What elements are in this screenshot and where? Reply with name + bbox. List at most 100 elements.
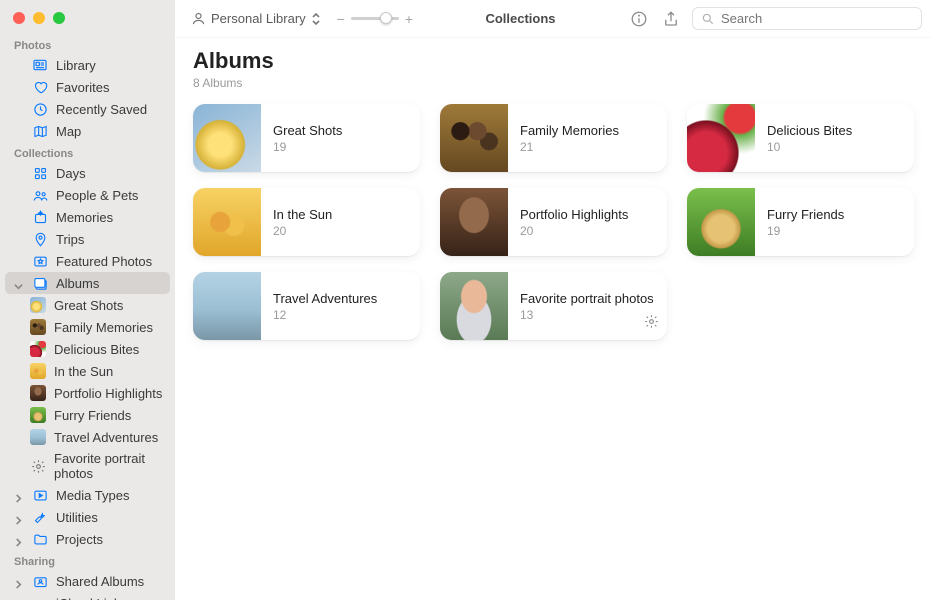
album-card-in-the-sun[interactable]: In the Sun20 (193, 188, 420, 256)
album-card-favorite-portrait-photos[interactable]: Favorite portrait photos13 (440, 272, 667, 340)
sidebar-item-label: Media Types (56, 488, 129, 503)
zoom-out-icon[interactable]: − (337, 11, 345, 27)
chevron-right-icon[interactable] (14, 513, 23, 522)
album-grid: Great Shots19 Family Memories21 Delicious … (193, 104, 914, 340)
album-title: Favorite portrait photos (520, 291, 655, 306)
sidebar-item-label: Days (56, 166, 86, 181)
folder-icon (32, 531, 48, 547)
media-icon (32, 487, 48, 503)
chevron-down-icon[interactable] (14, 279, 23, 288)
info-button[interactable] (628, 8, 650, 30)
album-card-body: Family Memories21 (508, 123, 667, 154)
chevron-right-icon[interactable] (14, 491, 23, 500)
sidebar-item-media-types[interactable]: Media Types (0, 484, 175, 506)
sparkle-icon (32, 209, 48, 225)
album-thumb-icon (30, 429, 46, 445)
sidebar-item-utilities[interactable]: Utilities (0, 506, 175, 528)
window-controls (0, 8, 175, 34)
sidebar-item-people-pets[interactable]: People & Pets (0, 184, 175, 206)
sidebar-item-label: Favorite portrait photos (54, 451, 165, 481)
sidebar-item-icloud-links[interactable]: iCloud Links (0, 592, 175, 600)
sidebar-item-trips[interactable]: Trips (0, 228, 175, 250)
sidebar-item-map[interactable]: Map (0, 120, 175, 142)
sidebar-album-in-the-sun[interactable]: In the Sun (0, 360, 175, 382)
sidebar-item-label: People & Pets (56, 188, 138, 203)
gear-icon[interactable] (644, 314, 659, 334)
search-icon (701, 12, 715, 26)
sidebar-album-great-shots[interactable]: Great Shots (0, 294, 175, 316)
album-count: 10 (767, 140, 902, 154)
sidebar-item-albums[interactable]: Albums (5, 272, 170, 294)
sidebar-album-portfolio-highlights[interactable]: Portfolio Highlights (0, 382, 175, 404)
sidebar-item-shared-albums[interactable]: Shared Albums (0, 570, 175, 592)
album-card-family-memories[interactable]: Family Memories21 (440, 104, 667, 172)
star-icon (32, 253, 48, 269)
maximize-button[interactable] (53, 12, 65, 24)
map-icon (32, 123, 48, 139)
sidebar-item-label: In the Sun (54, 364, 113, 379)
album-thumbnail (193, 104, 261, 172)
album-card-portfolio-highlights[interactable]: Portfolio Highlights20 (440, 188, 667, 256)
grid-icon (32, 165, 48, 181)
share-button[interactable] (660, 8, 682, 30)
sidebar-item-label: Library (56, 58, 96, 73)
sidebar-item-days[interactable]: Days (0, 162, 175, 184)
zoom-slider-thumb[interactable] (380, 12, 392, 24)
sidebar-item-label: Furry Friends (54, 408, 131, 423)
sidebar-item-memories[interactable]: Memories (0, 206, 175, 228)
zoom-control[interactable]: − + (337, 11, 413, 27)
zoom-in-icon[interactable]: + (405, 11, 413, 27)
album-thumb-icon (30, 407, 46, 423)
close-button[interactable] (13, 12, 25, 24)
sidebar-item-label: Featured Photos (56, 254, 152, 269)
sidebar-album-favorite-portrait-photos[interactable]: Favorite portrait photos (0, 448, 175, 484)
sidebar-album-delicious-bites[interactable]: Delicious Bites (0, 338, 175, 360)
sidebar-section-header: Sharing (0, 550, 175, 570)
album-count: 12 (273, 308, 408, 322)
sidebar-album-travel-adventures[interactable]: Travel Adventures (0, 426, 175, 448)
sidebar-item-featured-photos[interactable]: Featured Photos (0, 250, 175, 272)
sidebar-album-family-memories[interactable]: Family Memories (0, 316, 175, 338)
album-card-furry-friends[interactable]: Furry Friends19 (687, 188, 914, 256)
gear-icon (30, 458, 46, 474)
share-icon (662, 10, 680, 28)
album-thumb-icon (30, 363, 46, 379)
sidebar-album-furry-friends[interactable]: Furry Friends (0, 404, 175, 426)
sidebar-item-library[interactable]: Library (0, 54, 175, 76)
sidebar-item-label: Memories (56, 210, 113, 225)
album-title: Delicious Bites (767, 123, 902, 138)
album-card-great-shots[interactable]: Great Shots19 (193, 104, 420, 172)
wrench-icon (32, 509, 48, 525)
album-card-travel-adventures[interactable]: Travel Adventures12 (193, 272, 420, 340)
album-card-body: Delicious Bites 10 (755, 123, 914, 154)
search-field[interactable] (692, 7, 922, 30)
album-card-body: Great Shots19 (261, 123, 420, 154)
chevron-right-icon[interactable] (14, 535, 23, 544)
album-card-body: Portfolio Highlights20 (508, 207, 667, 238)
album-thumbnail (440, 272, 508, 340)
album-thumbnail (687, 104, 755, 172)
content-area: Albums 8 Albums Great Shots19Family Memo… (175, 38, 932, 350)
zoom-slider-track[interactable] (351, 17, 399, 20)
album-title: Family Memories (520, 123, 655, 138)
album-thumbnail (440, 104, 508, 172)
album-count: 20 (520, 224, 655, 238)
sidebar-item-label: Portfolio Highlights (54, 386, 162, 401)
minimize-button[interactable] (33, 12, 45, 24)
sidebar-item-favorites[interactable]: Favorites (0, 76, 175, 98)
library-icon (32, 57, 48, 73)
sidebar-section-header: Collections (0, 142, 175, 162)
chevron-right-icon[interactable] (14, 577, 23, 586)
sidebar-item-label: Albums (56, 276, 99, 291)
main-pane: Personal Library − + Collections Albums … (175, 0, 932, 600)
sidebar-item-label: Projects (56, 532, 103, 547)
search-input[interactable] (721, 11, 913, 26)
album-thumb-icon (30, 319, 46, 335)
album-title: In the Sun (273, 207, 408, 222)
album-card-delicious-bites[interactable]: Delicious Bites 10 (687, 104, 914, 172)
sidebar-item-projects[interactable]: Projects (0, 528, 175, 550)
library-selector[interactable]: Personal Library (185, 8, 327, 29)
sidebar-item-recently-saved[interactable]: Recently Saved (0, 98, 175, 120)
sidebar-item-label: Great Shots (54, 298, 123, 313)
album-thumb-icon (30, 341, 46, 357)
